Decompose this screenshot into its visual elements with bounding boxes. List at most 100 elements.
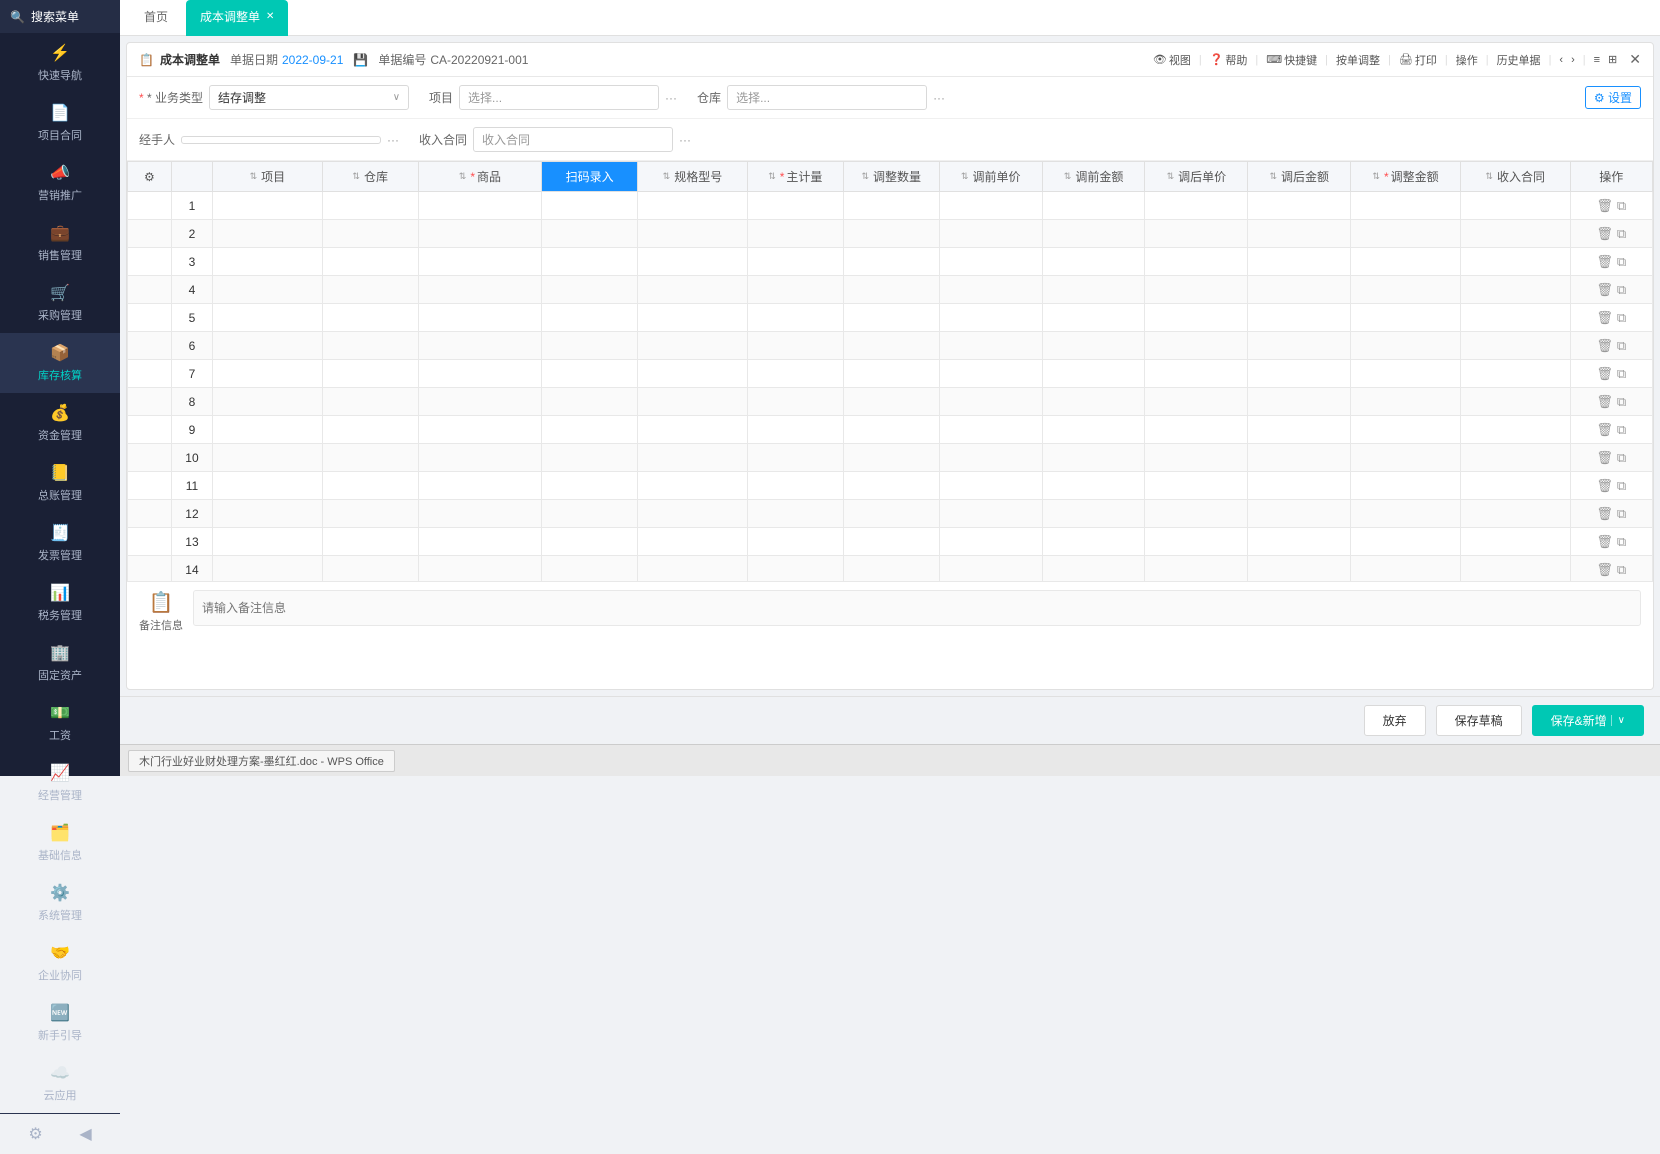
history-btn[interactable]: 历史单据	[1497, 52, 1541, 68]
th-settings[interactable]: ⚙	[128, 162, 172, 192]
row-adj-amt-cell[interactable]	[1351, 444, 1461, 472]
row-warehouse-cell[interactable]	[322, 528, 418, 556]
shortcut-btn[interactable]: ⌨ 快捷键	[1266, 52, 1317, 68]
sidebar-item-project-contract[interactable]: 📄 项目合同	[0, 93, 120, 153]
sidebar-item-cloud-app[interactable]: ☁️ 云应用	[0, 1053, 120, 1113]
row-unit-cell[interactable]	[747, 472, 843, 500]
row-income-cell[interactable]	[1460, 388, 1570, 416]
delete-row-btn[interactable]: 🗑	[1596, 478, 1613, 494]
sidebar-item-base-info[interactable]: 🗂️ 基础信息	[0, 813, 120, 873]
sidebar-item-new-guide[interactable]: 🆕 新手引导	[0, 993, 120, 1053]
th-spec[interactable]: ⇅规格型号	[638, 162, 748, 192]
notes-input[interactable]	[193, 590, 1641, 626]
th-income[interactable]: ⇅收入合同	[1460, 162, 1570, 192]
row-warehouse-cell[interactable]	[322, 360, 418, 388]
row-unit-cell[interactable]	[747, 220, 843, 248]
row-after-amt-cell[interactable]	[1248, 556, 1351, 582]
row-project-cell[interactable]	[213, 304, 323, 332]
sidebar-item-biz-collab[interactable]: 🤝 企业协同	[0, 933, 120, 993]
delete-row-btn[interactable]: 🗑	[1596, 338, 1613, 354]
row-adj-amt-cell[interactable]	[1351, 528, 1461, 556]
row-project-cell[interactable]	[213, 416, 323, 444]
th-goods[interactable]: ⇅*商品	[418, 162, 541, 192]
row-adj-qty-cell[interactable]	[843, 500, 939, 528]
row-goods-cell[interactable]	[418, 500, 541, 528]
row-after-amt-cell[interactable]	[1248, 304, 1351, 332]
row-before-amt-cell[interactable]	[1042, 276, 1145, 304]
nav-prev-btn[interactable]: ‹	[1559, 54, 1563, 66]
income-contract-more-btn[interactable]: ···	[679, 133, 691, 147]
row-after-price-cell[interactable]	[1145, 416, 1248, 444]
sidebar-item-inventory[interactable]: 📦 库存核算	[0, 333, 120, 393]
delete-row-btn[interactable]: 🗑	[1596, 366, 1613, 382]
row-adj-amt-cell[interactable]	[1351, 276, 1461, 304]
row-warehouse-cell[interactable]	[322, 276, 418, 304]
row-income-cell[interactable]	[1460, 528, 1570, 556]
row-goods-cell[interactable]	[418, 416, 541, 444]
settings-bottom-icon[interactable]: ⚙	[28, 1124, 42, 1144]
row-scan-cell[interactable]	[542, 332, 638, 360]
save-draft-button[interactable]: 保存草稿	[1436, 705, 1522, 736]
row-before-amt-cell[interactable]	[1042, 332, 1145, 360]
th-before-price[interactable]: ⇅调前单价	[939, 162, 1042, 192]
row-project-cell[interactable]	[213, 556, 323, 582]
delete-row-btn[interactable]: 🗑	[1596, 282, 1613, 298]
agent-input[interactable]	[181, 136, 381, 144]
row-adj-amt-cell[interactable]	[1351, 304, 1461, 332]
row-adj-qty-cell[interactable]	[843, 444, 939, 472]
row-income-cell[interactable]	[1460, 304, 1570, 332]
copy-row-btn[interactable]: ⧉	[1617, 282, 1626, 298]
row-project-cell[interactable]	[213, 472, 323, 500]
row-after-amt-cell[interactable]	[1248, 500, 1351, 528]
row-unit-cell[interactable]	[747, 248, 843, 276]
row-before-price-cell[interactable]	[939, 360, 1042, 388]
delete-row-btn[interactable]: 🗑	[1596, 394, 1613, 410]
row-goods-cell[interactable]	[418, 472, 541, 500]
row-spec-cell[interactable]	[638, 360, 748, 388]
row-goods-cell[interactable]	[418, 556, 541, 582]
row-goods-cell[interactable]	[418, 276, 541, 304]
delete-row-btn[interactable]: 🗑	[1596, 506, 1613, 522]
row-after-price-cell[interactable]	[1145, 444, 1248, 472]
row-spec-cell[interactable]	[638, 472, 748, 500]
row-after-amt-cell[interactable]	[1248, 276, 1351, 304]
row-spec-cell[interactable]	[638, 220, 748, 248]
th-after-price[interactable]: ⇅调后单价	[1145, 162, 1248, 192]
row-warehouse-cell[interactable]	[322, 332, 418, 360]
th-after-amt[interactable]: ⇅调后金额	[1248, 162, 1351, 192]
copy-row-btn[interactable]: ⧉	[1617, 422, 1626, 438]
row-goods-cell[interactable]	[418, 360, 541, 388]
sidebar-item-ops-mgmt[interactable]: 📈 经营管理	[0, 753, 120, 813]
sidebar-item-fund-mgmt[interactable]: 💰 资金管理	[0, 393, 120, 453]
operation-btn[interactable]: 操作	[1456, 52, 1478, 68]
row-before-price-cell[interactable]	[939, 444, 1042, 472]
row-after-price-cell[interactable]	[1145, 556, 1248, 582]
row-after-price-cell[interactable]	[1145, 220, 1248, 248]
row-income-cell[interactable]	[1460, 220, 1570, 248]
row-after-amt-cell[interactable]	[1248, 472, 1351, 500]
row-scan-cell[interactable]	[542, 556, 638, 582]
copy-row-btn[interactable]: ⧉	[1617, 394, 1626, 410]
row-before-amt-cell[interactable]	[1042, 220, 1145, 248]
row-adj-amt-cell[interactable]	[1351, 360, 1461, 388]
row-before-price-cell[interactable]	[939, 192, 1042, 220]
row-scan-cell[interactable]	[542, 220, 638, 248]
help-btn[interactable]: ❓ 帮助	[1210, 52, 1248, 68]
row-after-price-cell[interactable]	[1145, 332, 1248, 360]
row-project-cell[interactable]	[213, 276, 323, 304]
row-project-cell[interactable]	[213, 528, 323, 556]
row-after-amt-cell[interactable]	[1248, 528, 1351, 556]
row-after-price-cell[interactable]	[1145, 248, 1248, 276]
copy-row-btn[interactable]: ⧉	[1617, 198, 1626, 214]
row-project-cell[interactable]	[213, 360, 323, 388]
row-goods-cell[interactable]	[418, 248, 541, 276]
sidebar-item-quick-nav[interactable]: ⚡ 快速导航	[0, 33, 120, 93]
copy-row-btn[interactable]: ⧉	[1617, 310, 1626, 326]
row-unit-cell[interactable]	[747, 444, 843, 472]
row-scan-cell[interactable]	[542, 360, 638, 388]
row-scan-cell[interactable]	[542, 304, 638, 332]
sidebar-item-fixed-assets[interactable]: 🏢 固定资产	[0, 633, 120, 693]
warehouse-more-btn[interactable]: ···	[933, 91, 945, 105]
row-goods-cell[interactable]	[418, 528, 541, 556]
income-contract-input[interactable]: 收入合同	[473, 127, 673, 152]
